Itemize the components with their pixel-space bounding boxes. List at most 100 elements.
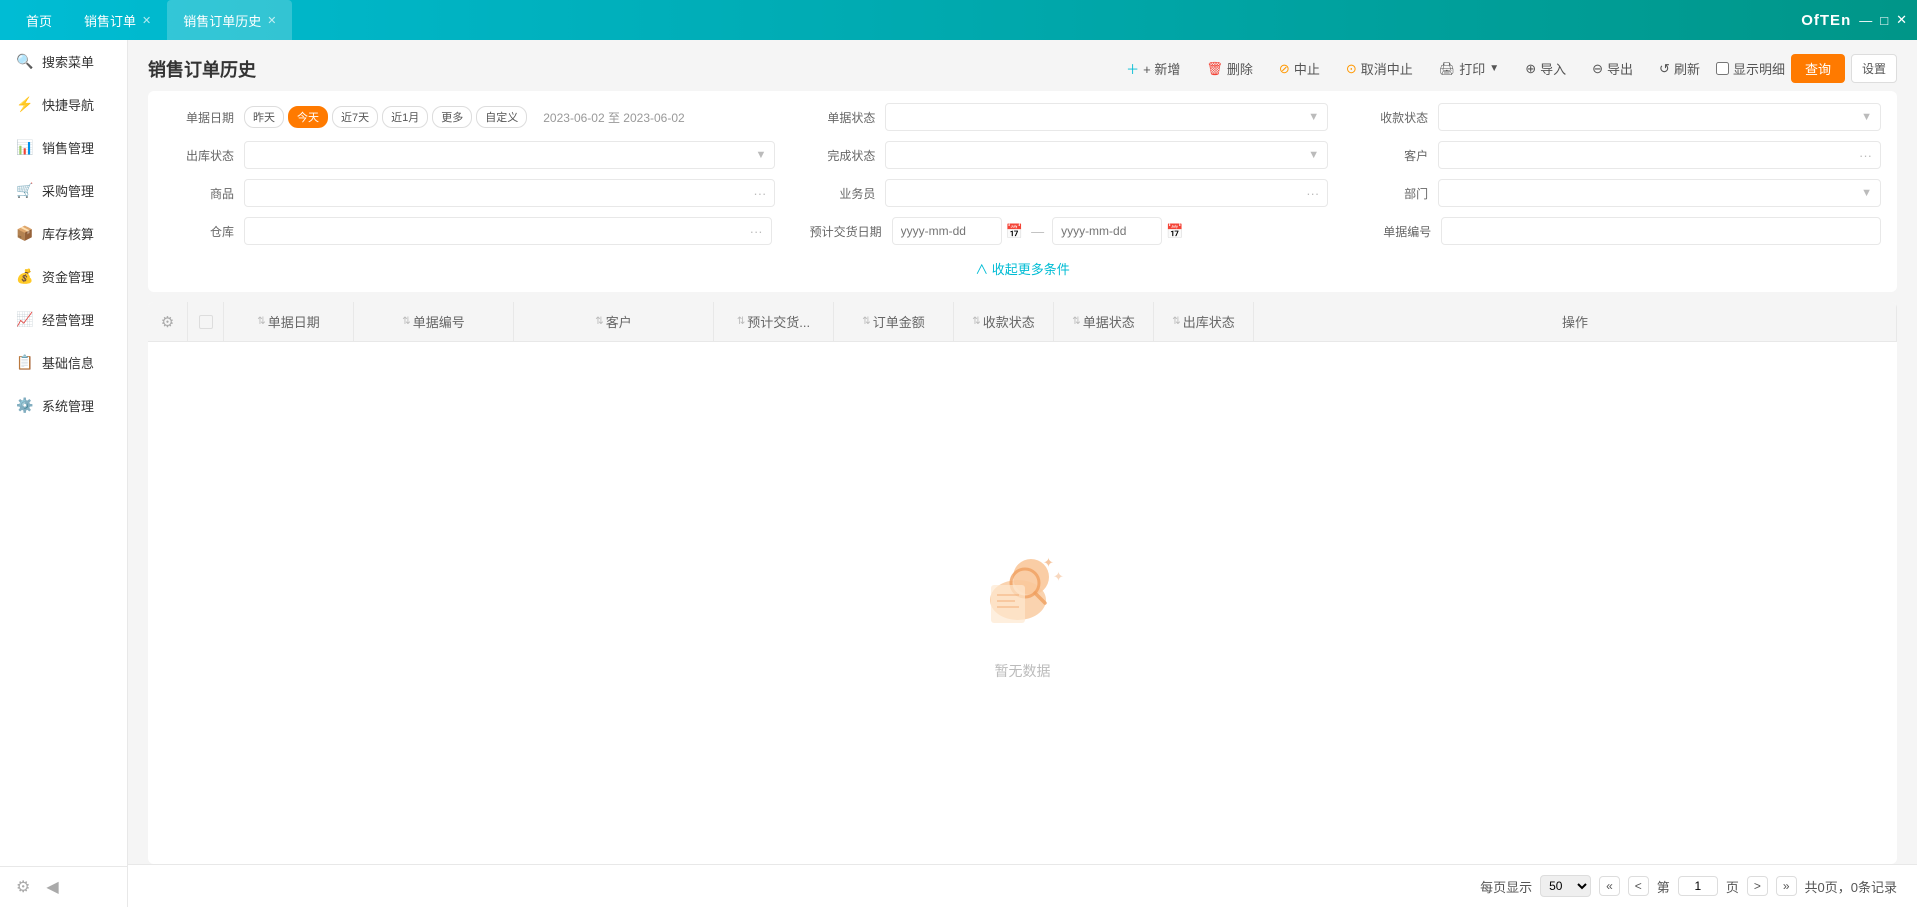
svg-text:✦: ✦: [1043, 555, 1054, 570]
th-operations-label: 操作: [1562, 312, 1588, 331]
print-button[interactable]: 🖨 打印 ▼: [1429, 54, 1509, 83]
sidebar-item-quick-nav[interactable]: ⚡ 快捷导航: [0, 83, 127, 126]
th-date[interactable]: ⇅ 单据日期: [224, 302, 354, 341]
order-status-dropdown-icon: ▼: [1308, 111, 1319, 123]
column-settings-icon[interactable]: ⚙: [161, 313, 174, 331]
complete-status-select[interactable]: ▼: [885, 141, 1328, 169]
content: 销售订单历史 ＋ + 新增 🗑 删除 ⊘ 中止 ⊙ 取消中止: [128, 40, 1917, 907]
import-button[interactable]: ⊕ 导入: [1515, 54, 1576, 83]
complete-status-label: 完成状态: [805, 147, 875, 164]
th-number-label: 单据编号: [413, 312, 465, 331]
payment-status-select[interactable]: ▼: [1438, 103, 1881, 131]
show-detail-checkbox-wrapper[interactable]: 显示明细: [1716, 59, 1785, 78]
th-amount[interactable]: ⇅ 订单金额: [834, 302, 954, 341]
sort-icon-payment: ⇅: [972, 316, 980, 327]
per-page-select[interactable]: 50 10 20 100: [1540, 875, 1591, 897]
date-btn-last7[interactable]: 近7天: [332, 106, 378, 128]
delivery-date-to[interactable]: [1052, 217, 1162, 245]
sidebar-collapse-icon[interactable]: ◀: [46, 877, 58, 897]
close-sales-order-tab[interactable]: ✕: [142, 14, 151, 27]
ops-mgmt-icon: 📈: [16, 311, 34, 329]
sidebar-item-purchase-mgmt[interactable]: 🛒 采购管理: [0, 169, 127, 212]
sidebar-item-inventory-check[interactable]: 📦 库存核算: [0, 212, 127, 255]
sort-icon-customer: ⇅: [595, 316, 603, 327]
order-number-input[interactable]: [1441, 217, 1881, 245]
close-sales-order-history-tab[interactable]: ✕: [267, 14, 276, 27]
customer-label: 客户: [1358, 147, 1428, 164]
new-button[interactable]: ＋ + 新增: [1116, 54, 1190, 83]
stop-button[interactable]: ⊘ 中止: [1269, 54, 1330, 83]
sidebar-item-sys-mgmt[interactable]: ⚙️ 系统管理: [0, 384, 127, 427]
page-number-input[interactable]: [1678, 876, 1718, 896]
export-icon: ⊖: [1592, 61, 1603, 77]
date-btn-today[interactable]: 今天: [288, 106, 328, 128]
product-select[interactable]: ···: [244, 179, 775, 207]
customer-select[interactable]: ···: [1438, 141, 1881, 169]
minimize-btn[interactable]: —: [1859, 13, 1872, 28]
sidebar-item-search-menu[interactable]: 🔍 搜索菜单: [0, 40, 127, 83]
delete-button[interactable]: 🗑 删除: [1196, 54, 1263, 83]
shipment-status-select[interactable]: ▼: [244, 141, 775, 169]
order-status-select[interactable]: ▼: [885, 103, 1328, 131]
empty-text: 暂无数据: [995, 661, 1051, 681]
product-dots[interactable]: ···: [753, 186, 766, 201]
filter-row-1: 单据日期 昨天 今天 近7天 近1月 更多 自定义 2023-06-02 至 2…: [164, 103, 1881, 131]
th-shipment-status[interactable]: ⇅ 出库状态: [1154, 302, 1254, 341]
sidebar-item-ops-mgmt[interactable]: 📈 经营管理: [0, 298, 127, 341]
payment-status-dropdown-icon: ▼: [1861, 111, 1872, 123]
topbar-right: OfTEn — □ ✕: [1801, 12, 1907, 29]
calendar-from-icon[interactable]: 📅: [1006, 223, 1023, 240]
product-control: ···: [244, 179, 775, 207]
date-control: 昨天 今天 近7天 近1月 更多 自定义 2023-06-02 至 2023-0…: [244, 106, 775, 128]
tab-sales-order-history-label: 销售订单历史: [183, 11, 261, 30]
sidebar-item-sales-mgmt[interactable]: 📊 销售管理: [0, 126, 127, 169]
th-number[interactable]: ⇅ 单据编号: [354, 302, 514, 341]
th-delivery[interactable]: ⇅ 预计交货...: [714, 302, 834, 341]
show-detail-checkbox[interactable]: [1716, 62, 1729, 75]
date-btn-yesterday[interactable]: 昨天: [244, 106, 284, 128]
maximize-btn[interactable]: □: [1880, 13, 1888, 28]
warehouse-dots[interactable]: ···: [750, 224, 763, 239]
close-btn[interactable]: ✕: [1896, 12, 1907, 28]
salesperson-dots[interactable]: ···: [1306, 186, 1319, 201]
th-customer[interactable]: ⇅ 客户: [514, 302, 714, 341]
department-select[interactable]: ▼: [1438, 179, 1881, 207]
warehouse-select[interactable]: ···: [244, 217, 772, 245]
last-page-btn[interactable]: »: [1776, 876, 1797, 896]
settings-button[interactable]: 设置: [1851, 54, 1897, 83]
customer-dots[interactable]: ···: [1859, 148, 1872, 163]
sidebar-item-finance-mgmt[interactable]: 💰 资金管理: [0, 255, 127, 298]
salesperson-select[interactable]: ···: [885, 179, 1328, 207]
tab-sales-order-history[interactable]: 销售订单历史 ✕: [167, 0, 292, 40]
sidebar: 🔍 搜索菜单 ⚡ 快捷导航 📊 销售管理 🛒 采购管理 📦 库存核算 💰: [0, 40, 128, 907]
select-all-checkbox[interactable]: [199, 315, 213, 329]
refresh-button[interactable]: ↺ 刷新: [1649, 54, 1710, 83]
department-control: ▼: [1438, 179, 1881, 207]
first-page-btn[interactable]: «: [1599, 876, 1620, 896]
date-separator: —: [1031, 224, 1044, 239]
export-button[interactable]: ⊖ 导出: [1582, 54, 1643, 83]
th-operations: 操作: [1254, 302, 1897, 341]
date-btn-last1month[interactable]: 近1月: [382, 106, 428, 128]
calendar-to-icon[interactable]: 📅: [1166, 223, 1183, 240]
cancel-stop-button[interactable]: ⊙ 取消中止: [1336, 54, 1423, 83]
page-suffix: 页: [1726, 877, 1739, 896]
sidebar-bottom: ⚙ ◀: [0, 866, 127, 907]
date-btn-custom[interactable]: 自定义: [476, 106, 527, 128]
next-page-btn[interactable]: >: [1747, 876, 1768, 896]
order-status-control: ▼: [885, 103, 1328, 131]
th-order-status[interactable]: ⇅ 单据状态: [1054, 302, 1154, 341]
sidebar-settings-icon[interactable]: ⚙: [16, 877, 30, 897]
page-jump-prefix: 第: [1657, 877, 1670, 896]
th-payment-status[interactable]: ⇅ 收款状态: [954, 302, 1054, 341]
sidebar-item-basic-info[interactable]: 📋 基础信息: [0, 341, 127, 384]
prev-page-btn[interactable]: <: [1628, 876, 1649, 896]
date-btn-more[interactable]: 更多: [432, 106, 472, 128]
complete-status-control: ▼: [885, 141, 1328, 169]
tab-home[interactable]: 首页: [10, 0, 68, 40]
delivery-date-from[interactable]: [892, 217, 1002, 245]
query-button[interactable]: 查询: [1791, 54, 1845, 83]
tab-sales-order[interactable]: 销售订单 ✕: [68, 0, 167, 40]
collapse-bar[interactable]: ∧ 收起更多条件: [164, 255, 1881, 280]
th-settings[interactable]: ⚙: [148, 302, 188, 341]
